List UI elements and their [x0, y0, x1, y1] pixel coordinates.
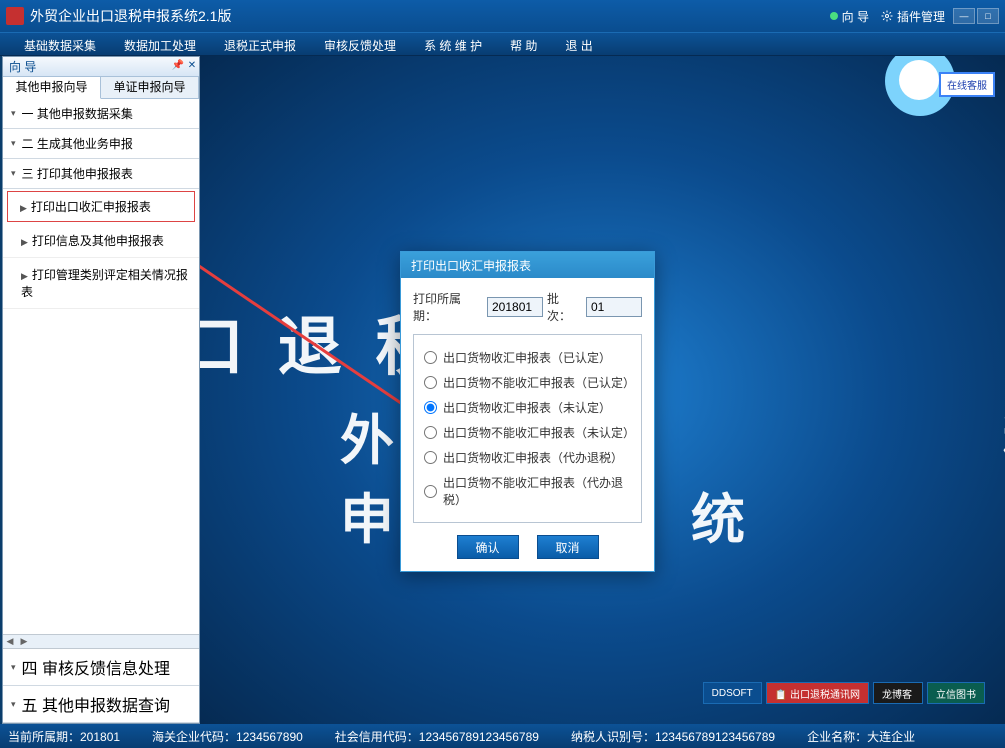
- gear-icon: [881, 10, 893, 22]
- status-customs: 海关企业代码：1234567890: [152, 728, 303, 745]
- footer-badges: DDSOFT 📋 出口退税通讯网 龙博客 立信图书: [703, 682, 985, 704]
- minimize-button[interactable]: —: [953, 8, 975, 24]
- nav-scroll-buttons: ◀ ▶: [3, 634, 199, 648]
- menu-item[interactable]: 系 统 维 护: [410, 33, 496, 55]
- app-icon: [6, 7, 24, 25]
- menu-item[interactable]: 帮 助: [496, 33, 551, 55]
- tab-doc-declare[interactable]: 单证申报向导: [101, 77, 199, 98]
- mascot[interactable]: 在线客服: [885, 56, 995, 136]
- radio-option-2[interactable]: 出口货物收汇申报表（未认定）: [424, 395, 631, 420]
- nav-sub-print-info[interactable]: ▶打印信息及其他申报报表: [3, 224, 199, 258]
- titlebar: 外贸企业出口退税申报系统2.1版 向 导 插件管理 — □: [0, 0, 1005, 32]
- scroll-right-icon[interactable]: ▶: [17, 636, 31, 647]
- radio-option-1[interactable]: 出口货物不能收汇申报表（已认定）: [424, 370, 631, 395]
- radio-option-4[interactable]: 出口货物收汇申报表（代办退税）: [424, 445, 631, 470]
- menu-item[interactable]: 退税正式申报: [210, 33, 310, 55]
- radio-option-5[interactable]: 出口货物不能收汇申报表（代办退税）: [424, 470, 631, 512]
- arrow-right-icon: ▶: [20, 203, 27, 213]
- period-input[interactable]: [487, 297, 543, 317]
- nav-panel-title: 向 导: [9, 58, 36, 75]
- batch-input[interactable]: [586, 297, 642, 317]
- chevron-down-icon: ▾: [11, 168, 16, 179]
- pin-icon[interactable]: 📌: [171, 60, 185, 74]
- ok-button[interactable]: 确认: [457, 535, 519, 559]
- nav-section-5[interactable]: ▾五 其他申报数据查询: [3, 686, 199, 723]
- radio-option-0[interactable]: 出口货物收汇申报表（已认定）: [424, 345, 631, 370]
- chevron-down-icon: ▾: [11, 138, 16, 149]
- nav-panel-header: 向 导 📌 ✕: [3, 57, 199, 77]
- status-company: 企业名称：大连企业: [807, 728, 915, 745]
- print-dialog: 打印出口收汇申报报表 打印所属期： 批次： 出口货物收汇申报表（已认定） 出口货…: [400, 251, 655, 572]
- status-dot-icon: [830, 12, 838, 20]
- nav-sub-print-mgmt[interactable]: ▶打印管理类别评定相关情况报表: [3, 258, 199, 309]
- chevron-down-icon: ▾: [11, 699, 16, 710]
- tab-other-declare[interactable]: 其他申报向导: [3, 77, 101, 99]
- menu-item[interactable]: 数据加工处理: [110, 33, 210, 55]
- batch-label: 批次：: [547, 290, 582, 324]
- menu-item[interactable]: 退 出: [551, 33, 606, 55]
- status-social: 社会信用代码：123456789123456789: [335, 728, 539, 745]
- arrow-right-icon: ▶: [21, 271, 28, 281]
- radio-option-3[interactable]: 出口货物不能收汇申报表（未认定）: [424, 420, 631, 445]
- nav-sub-print-export-receipt[interactable]: ▶打印出口收汇申报报表: [7, 191, 195, 222]
- badge-lixin-books[interactable]: 立信图书: [927, 682, 985, 704]
- status-tax: 纳税人识别号：123456789123456789: [571, 728, 775, 745]
- scroll-left-icon[interactable]: ◀: [3, 636, 17, 647]
- nav-tabs: 其他申报向导 单证申报向导: [3, 77, 199, 99]
- nav-section-4[interactable]: ▾四 审核反馈信息处理: [3, 649, 199, 686]
- cancel-button[interactable]: 取消: [537, 535, 599, 559]
- menubar: 基础数据采集 数据加工处理 退税正式申报 审核反馈处理 系 统 维 护 帮 助 …: [0, 32, 1005, 56]
- menu-item[interactable]: 审核反馈处理: [310, 33, 410, 55]
- guide-link[interactable]: 向 导: [830, 8, 869, 25]
- mascot-label: 在线客服: [939, 72, 995, 97]
- arrow-right-icon: ▶: [21, 237, 28, 247]
- close-icon[interactable]: ✕: [185, 60, 199, 74]
- radio-group: 出口货物收汇申报表（已认定） 出口货物不能收汇申报表（已认定） 出口货物收汇申报…: [413, 334, 642, 523]
- nav-section-3[interactable]: ▾三 打印其他申报报表: [3, 159, 199, 189]
- maximize-button[interactable]: □: [977, 8, 999, 24]
- status-period: 当前所属期：201801: [8, 728, 120, 745]
- menu-item[interactable]: 基础数据采集: [10, 33, 110, 55]
- badge-export-tax-net[interactable]: 📋 出口退税通讯网: [766, 682, 869, 704]
- badge-longboke[interactable]: 龙博客: [873, 682, 923, 704]
- chevron-down-icon: ▾: [11, 662, 16, 673]
- dialog-title: 打印出口收汇申报报表: [401, 252, 654, 278]
- app-title: 外贸企业出口退税申报系统2.1版: [30, 6, 231, 26]
- badge-ddsoft[interactable]: DDSOFT: [703, 682, 762, 704]
- chevron-down-icon: ▾: [11, 108, 16, 119]
- nav-panel: 向 导 📌 ✕ 其他申报向导 单证申报向导 ▾一 其他申报数据采集 ▾二 生成其…: [2, 56, 200, 724]
- main-content: 口 退 税 管 外 税 申 报 系 统 在线客服 打印出口收汇申报报表 打印所属…: [200, 56, 1005, 724]
- nav-section-2[interactable]: ▾二 生成其他业务申报: [3, 129, 199, 159]
- plugin-manage-link[interactable]: 插件管理: [881, 8, 945, 25]
- statusbar: 当前所属期：201801 海关企业代码：1234567890 社会信用代码：12…: [0, 724, 1005, 748]
- period-label: 打印所属期：: [413, 290, 483, 324]
- nav-section-1[interactable]: ▾一 其他申报数据采集: [3, 99, 199, 129]
